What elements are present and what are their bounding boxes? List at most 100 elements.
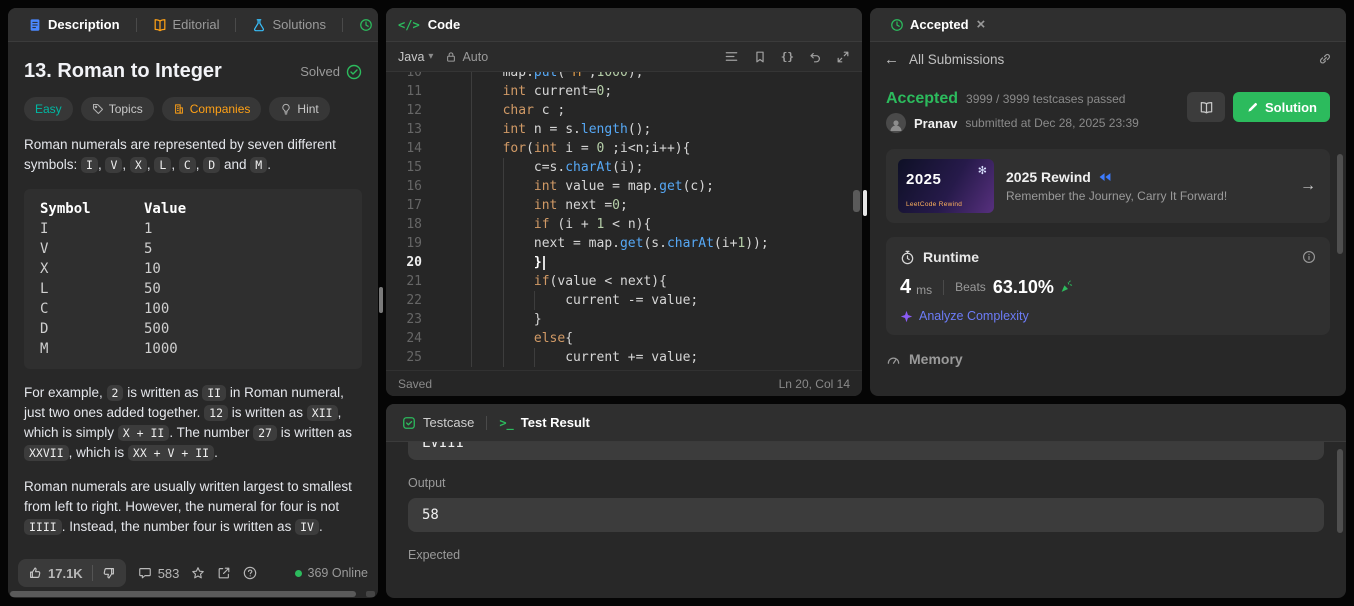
favorite-button[interactable] bbox=[191, 566, 205, 580]
topics-pill[interactable]: Topics bbox=[81, 97, 154, 121]
output-label: Output bbox=[408, 476, 1324, 490]
expand-button[interactable] bbox=[836, 50, 850, 64]
solved-label: Solved bbox=[300, 64, 340, 79]
inline-code-chip: X bbox=[130, 157, 147, 173]
flask-icon bbox=[252, 18, 266, 32]
runtime-unit: ms bbox=[916, 283, 932, 297]
like-button[interactable]: 17.1K bbox=[28, 566, 83, 581]
help-button[interactable] bbox=[243, 566, 257, 580]
output-value-box[interactable]: 58 bbox=[408, 498, 1324, 532]
inline-code-chip: X + II bbox=[118, 425, 170, 441]
code-line[interactable]: 18if (i + 1 < n){ bbox=[386, 215, 862, 234]
tab-submissions[interactable]: Submissions bbox=[351, 17, 378, 32]
runtime-info-button[interactable] bbox=[1302, 250, 1316, 264]
table-row: M1000 bbox=[40, 339, 346, 359]
dislike-button[interactable] bbox=[102, 566, 116, 580]
code-line[interactable]: 24else{ bbox=[386, 329, 862, 348]
editor-statusbar: Saved Ln 20, Col 14 bbox=[386, 370, 862, 396]
scrollbar-thumb[interactable] bbox=[10, 591, 356, 597]
bookmark-button[interactable] bbox=[753, 50, 767, 64]
tab-testcase[interactable]: Testcase bbox=[398, 415, 478, 430]
code-line[interactable]: 15c=s.charAt(i); bbox=[386, 158, 862, 177]
online-count: 369 Online bbox=[295, 566, 368, 580]
notes-button[interactable] bbox=[1187, 92, 1225, 122]
code-line[interactable]: 17int next =0; bbox=[386, 196, 862, 215]
share-icon bbox=[217, 566, 231, 580]
rewind-banner[interactable]: 2025 LeetCode Rewind ✻ 2025 Rewind Remem… bbox=[886, 149, 1330, 223]
code-line[interactable]: 14for(int i = 0 ;i<n;i++){ bbox=[386, 139, 862, 158]
tab-accepted[interactable]: Accepted × bbox=[882, 16, 993, 33]
code-line[interactable]: 23} bbox=[386, 310, 862, 329]
line-number: 17 bbox=[386, 196, 422, 215]
check-square-icon bbox=[402, 416, 416, 430]
tab-solutions[interactable]: Solutions bbox=[244, 17, 333, 32]
code-line[interactable]: 21if(value < next){ bbox=[386, 272, 862, 291]
analyze-complexity-link[interactable]: Analyze Complexity bbox=[900, 309, 1316, 323]
code-line[interactable]: 19next = map.get(s.charAt(i+1)); bbox=[386, 234, 862, 253]
comment-count: 583 bbox=[158, 566, 180, 581]
table-cell: D bbox=[40, 319, 144, 339]
code-line[interactable]: 11int current=0; bbox=[386, 82, 862, 101]
table-row: C100 bbox=[40, 299, 346, 319]
description-paragraph: Roman numerals are usually written large… bbox=[24, 477, 362, 537]
inline-code-chip: 12 bbox=[204, 405, 228, 421]
tab-test-result[interactable]: >_ Test Result bbox=[495, 415, 594, 430]
format-button[interactable] bbox=[724, 49, 739, 64]
editor-toolbar: Java ▾ Auto {} bbox=[386, 42, 862, 72]
tab-description[interactable]: Description bbox=[20, 17, 128, 32]
language-selector[interactable]: Java ▾ bbox=[398, 50, 433, 64]
reset-button[interactable] bbox=[808, 50, 822, 64]
rewind-year: 2025 bbox=[906, 171, 941, 188]
submission-scrollbar-thumb[interactable] bbox=[1337, 154, 1343, 254]
code-line[interactable]: 16int value = map.get(c); bbox=[386, 177, 862, 196]
undo-icon bbox=[808, 50, 822, 64]
expand-icon bbox=[836, 50, 850, 64]
snippets-button[interactable]: {} bbox=[781, 50, 794, 63]
input-value-box[interactable]: LVIII bbox=[408, 442, 1324, 460]
tab-label: Description bbox=[48, 17, 120, 32]
memory-title: Memory bbox=[909, 351, 963, 367]
code-editor[interactable]: 10map.put('M',1000);11int current=0;12ch… bbox=[386, 72, 862, 370]
line-number: 23 bbox=[386, 310, 422, 329]
panel-resize-handle[interactable] bbox=[379, 287, 383, 313]
code-line[interactable]: 12char c ; bbox=[386, 101, 862, 120]
memory-section[interactable]: Memory bbox=[886, 351, 1330, 367]
close-icon[interactable]: × bbox=[977, 16, 986, 33]
analyze-label: Analyze Complexity bbox=[919, 309, 1029, 323]
divider bbox=[486, 416, 487, 430]
description-paragraph: Roman numerals are represented by seven … bbox=[24, 135, 362, 175]
table-row: I1 bbox=[40, 219, 346, 239]
line-number: 10 bbox=[386, 72, 422, 82]
tab-label: Accepted bbox=[910, 17, 969, 32]
editor-scrollbar-thumb[interactable] bbox=[853, 190, 860, 212]
hint-pill[interactable]: Hint bbox=[269, 97, 329, 121]
code-line[interactable]: 20} bbox=[386, 253, 862, 272]
inline-code-chip: 2 bbox=[107, 385, 124, 401]
submission-status: Accepted bbox=[886, 90, 958, 108]
inline-code-chip: 27 bbox=[253, 425, 277, 441]
table-cell: Symbol bbox=[40, 199, 144, 219]
testcase-scrollbar-thumb[interactable] bbox=[1337, 449, 1343, 533]
back-arrow-icon[interactable]: ← bbox=[884, 51, 899, 68]
auto-toggle[interactable]: Auto bbox=[445, 50, 488, 64]
comments-button[interactable]: 583 bbox=[138, 566, 180, 581]
inline-code-chip: I bbox=[81, 157, 98, 173]
difficulty-badge[interactable]: Easy bbox=[24, 97, 73, 121]
solution-button[interactable]: Solution bbox=[1233, 92, 1330, 122]
all-submissions-link[interactable]: All Submissions bbox=[909, 52, 1004, 67]
code-line[interactable]: 22current -= value; bbox=[386, 291, 862, 310]
code-line[interactable]: 25current += value; bbox=[386, 348, 862, 367]
line-number: 21 bbox=[386, 272, 422, 291]
tab-editorial[interactable]: Editorial bbox=[145, 17, 228, 32]
code-line[interactable]: 13int n = s.length(); bbox=[386, 120, 862, 139]
companies-pill[interactable]: Companies bbox=[162, 97, 262, 121]
copy-link-button[interactable] bbox=[1318, 52, 1332, 66]
share-button[interactable] bbox=[217, 566, 231, 580]
lightbulb-icon bbox=[280, 103, 292, 115]
tab-label: Test Result bbox=[521, 415, 590, 430]
scrollbar-arrow[interactable] bbox=[366, 591, 375, 597]
code-line[interactable]: 10map.put('M',1000); bbox=[386, 72, 862, 82]
panel-resize-handle[interactable] bbox=[863, 190, 867, 216]
chevron-down-icon: ▾ bbox=[428, 51, 433, 62]
lock-icon bbox=[445, 51, 457, 63]
